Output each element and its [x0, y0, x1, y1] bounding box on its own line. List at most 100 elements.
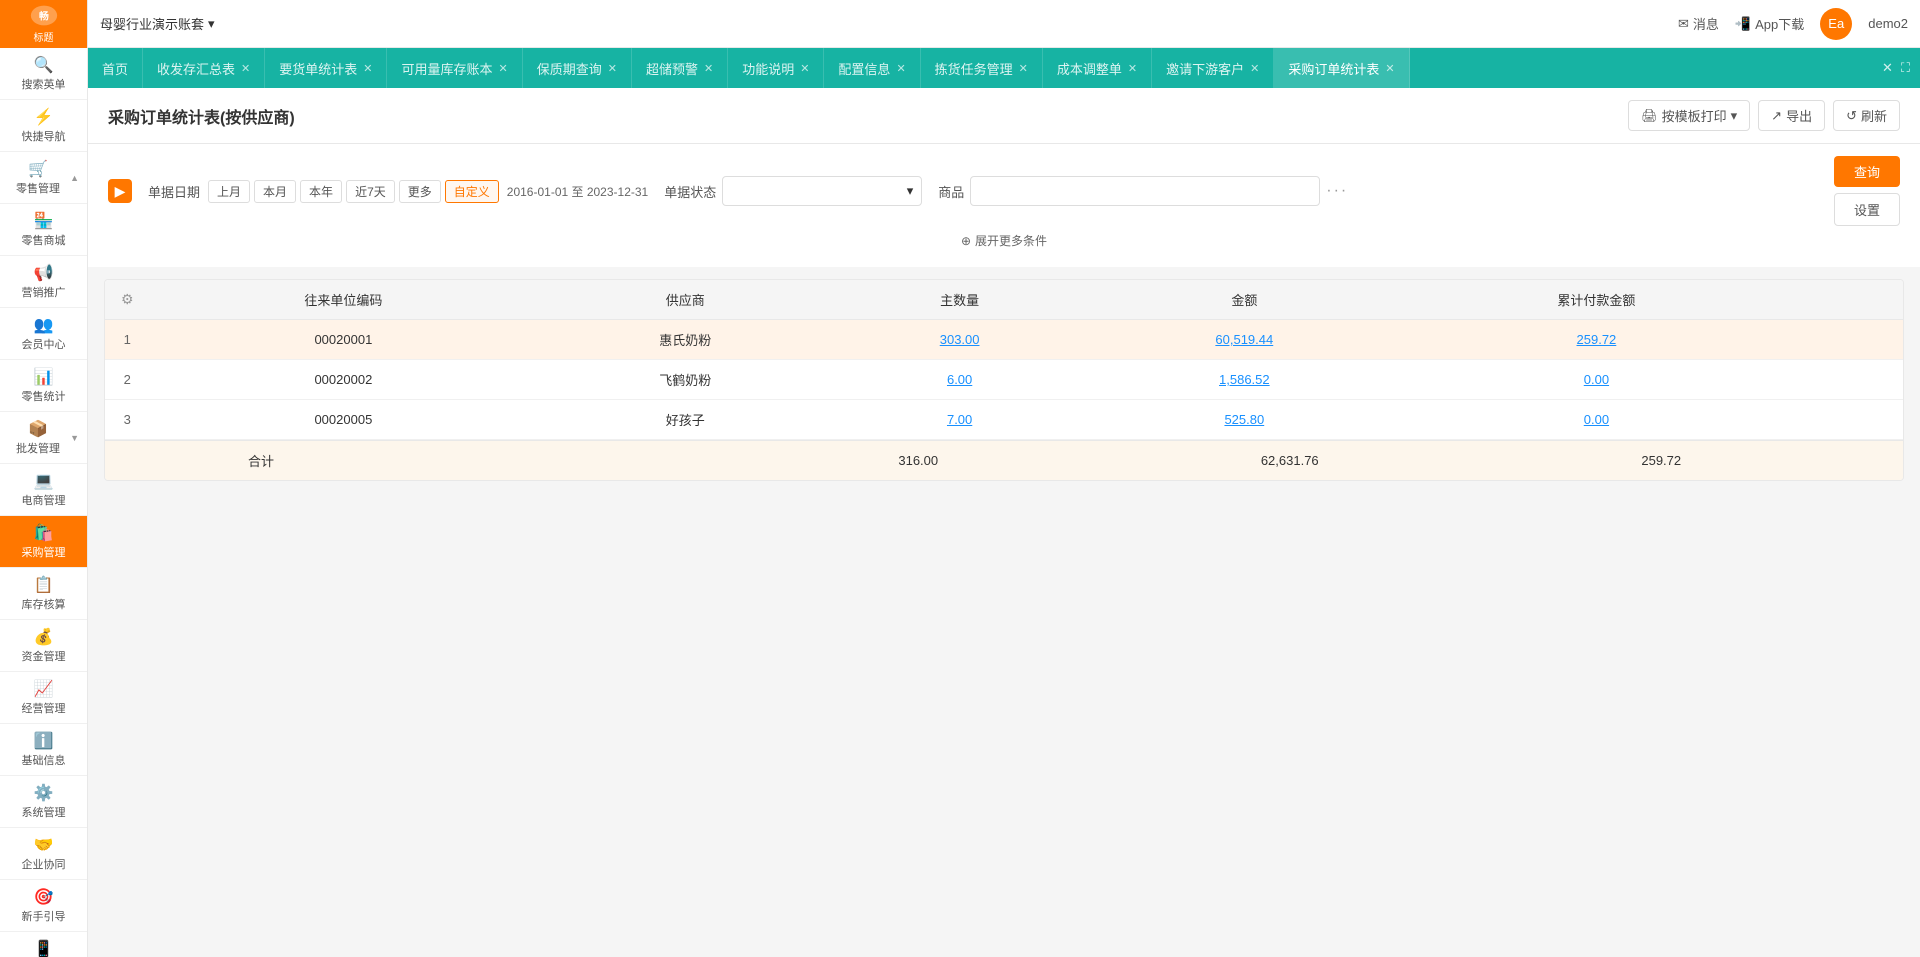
sidebar-item-quick-nav[interactable]: ⚡ 快捷导航	[0, 100, 87, 152]
tab-expand-icon[interactable]: ⛶	[1901, 60, 1910, 76]
username-initials: Ea	[1828, 16, 1844, 31]
settings-button[interactable]: 设置	[1834, 193, 1900, 226]
search-button[interactable]: 查询	[1834, 156, 1900, 187]
sidebar-item-label: 会员中心	[22, 338, 66, 352]
chevron-down-icon: ▲	[70, 173, 79, 183]
sidebar-item-marketing[interactable]: 📢 营销推广	[0, 256, 87, 308]
table-footer: 合计 316.00 62,631.76 259.72	[105, 440, 1903, 480]
account-dropdown[interactable]: 母婴行业演示账套 ▾	[100, 14, 215, 33]
ops-icon: 📈	[34, 679, 54, 699]
status-select[interactable]: ▾	[722, 176, 922, 206]
sidebar-item-wholesale[interactable]: 📦 批发管理 ▼	[0, 412, 87, 464]
print-button[interactable]: 🖨 按模板打印 ▾	[1628, 100, 1750, 131]
footer-amount: 62,631.76	[1104, 453, 1476, 468]
cell-code: 00020001	[150, 320, 538, 360]
date-shortcut-this-month[interactable]: 本月	[254, 180, 296, 203]
sidebar-item-member[interactable]: 👥 会员中心	[0, 308, 87, 360]
sidebar-item-search[interactable]: 🔍 搜索英单	[0, 48, 87, 100]
app-download-button[interactable]: 📲 App下载	[1735, 14, 1804, 33]
sidebar: 畅 标题 🔍 搜索英单 ⚡ 快捷导航 🛒 零售管理 ▲ 🏪 零售商城 📢 营销推…	[0, 0, 88, 957]
date-shortcut-this-year[interactable]: 本年	[300, 180, 342, 203]
filter-toggle-button[interactable]: ▶	[108, 179, 132, 203]
cell-supplier: 飞鹤奶粉	[537, 360, 833, 400]
sidebar-item-basic[interactable]: ℹ️ 基础信息	[0, 724, 87, 776]
tab-config[interactable]: 配置信息 ✕	[824, 48, 920, 88]
tab-purchase-order-stats[interactable]: 采购订单统计表 ✕	[1274, 48, 1409, 88]
logo-icon: 畅	[26, 4, 62, 27]
page-header: 采购订单统计表(按供应商) 🖨 按模板打印 ▾ ↗ 导出 ↺ 刷新	[88, 88, 1920, 144]
tab-goods-stats[interactable]: 要货单统计表 ✕	[265, 48, 387, 88]
sidebar-item-label: 快捷导航	[22, 130, 66, 144]
sidebar-item-retail-manage[interactable]: 🛒 零售管理 ▲	[0, 152, 87, 204]
refresh-label: 刷新	[1861, 106, 1887, 125]
sidebar-item-retail-mall[interactable]: 🏪 零售商城	[0, 204, 87, 256]
tab-label: 采购订单统计表	[1288, 59, 1379, 78]
table-settings-icon[interactable]: ⚙	[121, 291, 134, 307]
tab-overstock[interactable]: 超储预警 ✕	[632, 48, 728, 88]
basic-icon: ℹ️	[34, 731, 54, 751]
tab-home-label: 首页	[102, 59, 128, 78]
tab-label: 超储预警	[646, 59, 698, 78]
chevron-down-icon: ⊕	[961, 234, 971, 248]
close-icon[interactable]: ✕	[704, 62, 713, 75]
close-icon[interactable]: ✕	[241, 62, 250, 75]
close-icon[interactable]: ✕	[1019, 62, 1028, 75]
tab-func-desc[interactable]: 功能说明 ✕	[728, 48, 824, 88]
sidebar-item-newbie[interactable]: 🎯 新手引导	[0, 880, 87, 932]
cell-index: 2	[105, 360, 150, 400]
page-content: 采购订单统计表(按供应商) 🖨 按模板打印 ▾ ↗ 导出 ↺ 刷新	[88, 88, 1920, 957]
close-icon[interactable]: ✕	[1250, 62, 1259, 75]
tab-cost-adjust[interactable]: 成本调整单 ✕	[1043, 48, 1152, 88]
sidebar-item-stock[interactable]: 📋 库存核算	[0, 568, 87, 620]
sidebar-item-retail-stats[interactable]: 📊 零售统计	[0, 360, 87, 412]
message-button[interactable]: ✉ 消息	[1678, 14, 1719, 33]
cell-quantity: 6.00	[833, 360, 1086, 400]
avatar[interactable]: Ea	[1820, 8, 1852, 40]
goods-more-button[interactable]: ···	[1326, 182, 1348, 200]
sidebar-item-purchase[interactable]: 🛍️ 采购管理	[0, 516, 87, 568]
expand-more-button[interactable]: ⊕ 展开更多条件	[108, 226, 1900, 255]
tab-label: 收发存汇总表	[157, 59, 235, 78]
close-icon[interactable]: ✕	[363, 62, 372, 75]
close-icon[interactable]: ✕	[1128, 62, 1137, 75]
refresh-button[interactable]: ↺ 刷新	[1833, 100, 1900, 131]
sidebar-item-ecom[interactable]: 💻 电商管理	[0, 464, 87, 516]
sidebar-item-finance[interactable]: 💰 资金管理	[0, 620, 87, 672]
sidebar-item-label: 零售管理	[16, 182, 60, 196]
cell-supplier: 惠氏奶粉	[537, 320, 833, 360]
cell-paid: 259.72	[1403, 320, 1791, 360]
sidebar-item-ops[interactable]: 📈 经营管理	[0, 672, 87, 724]
tab-home[interactable]: 首页	[88, 48, 143, 88]
tab-freshness[interactable]: 保质期查询 ✕	[523, 48, 632, 88]
sidebar-item-system[interactable]: ⚙️ 系统管理	[0, 776, 87, 828]
sidebar-item-app-center[interactable]: 📱 应用中心	[0, 932, 87, 957]
close-icon[interactable]: ✕	[608, 62, 617, 75]
tab-invite-downstream[interactable]: 邀请下游客户 ✕	[1152, 48, 1274, 88]
tab-close-all-icon[interactable]: ✕	[1882, 60, 1893, 76]
cell-paid: 0.00	[1403, 360, 1791, 400]
date-shortcut-last-month[interactable]: 上月	[208, 180, 250, 203]
cell-amount: 60,519.44	[1086, 320, 1403, 360]
date-shortcut-custom[interactable]: 自定义	[445, 180, 499, 203]
sidebar-logo: 畅 标题	[0, 0, 87, 48]
logo-text: 标题	[34, 29, 54, 44]
date-shortcut-7days[interactable]: 近7天	[346, 180, 395, 203]
sidebar-item-enterprise[interactable]: 🤝 企业协同	[0, 828, 87, 880]
export-button[interactable]: ↗ 导出	[1758, 100, 1825, 131]
sidebar-item-label: 企业协同	[22, 858, 66, 872]
tab-receive-summary[interactable]: 收发存汇总表 ✕	[143, 48, 265, 88]
close-icon[interactable]: ✕	[896, 62, 905, 75]
close-icon[interactable]: ✕	[499, 62, 508, 75]
sidebar-item-label: 系统管理	[22, 806, 66, 820]
cell-code: 00020005	[150, 400, 538, 440]
close-icon[interactable]: ✕	[800, 62, 809, 75]
goods-input[interactable]	[970, 176, 1320, 206]
date-shortcut-more[interactable]: 更多	[399, 180, 441, 203]
tab-pick-task[interactable]: 拣货任务管理 ✕	[921, 48, 1043, 88]
export-icon: ↗	[1771, 108, 1782, 124]
mall-icon: 🏪	[34, 211, 54, 231]
system-icon: ⚙️	[34, 783, 54, 803]
sidebar-item-label: 零售统计	[22, 390, 66, 404]
tab-available-stock[interactable]: 可用量库存账本 ✕	[387, 48, 522, 88]
close-icon[interactable]: ✕	[1385, 62, 1394, 75]
